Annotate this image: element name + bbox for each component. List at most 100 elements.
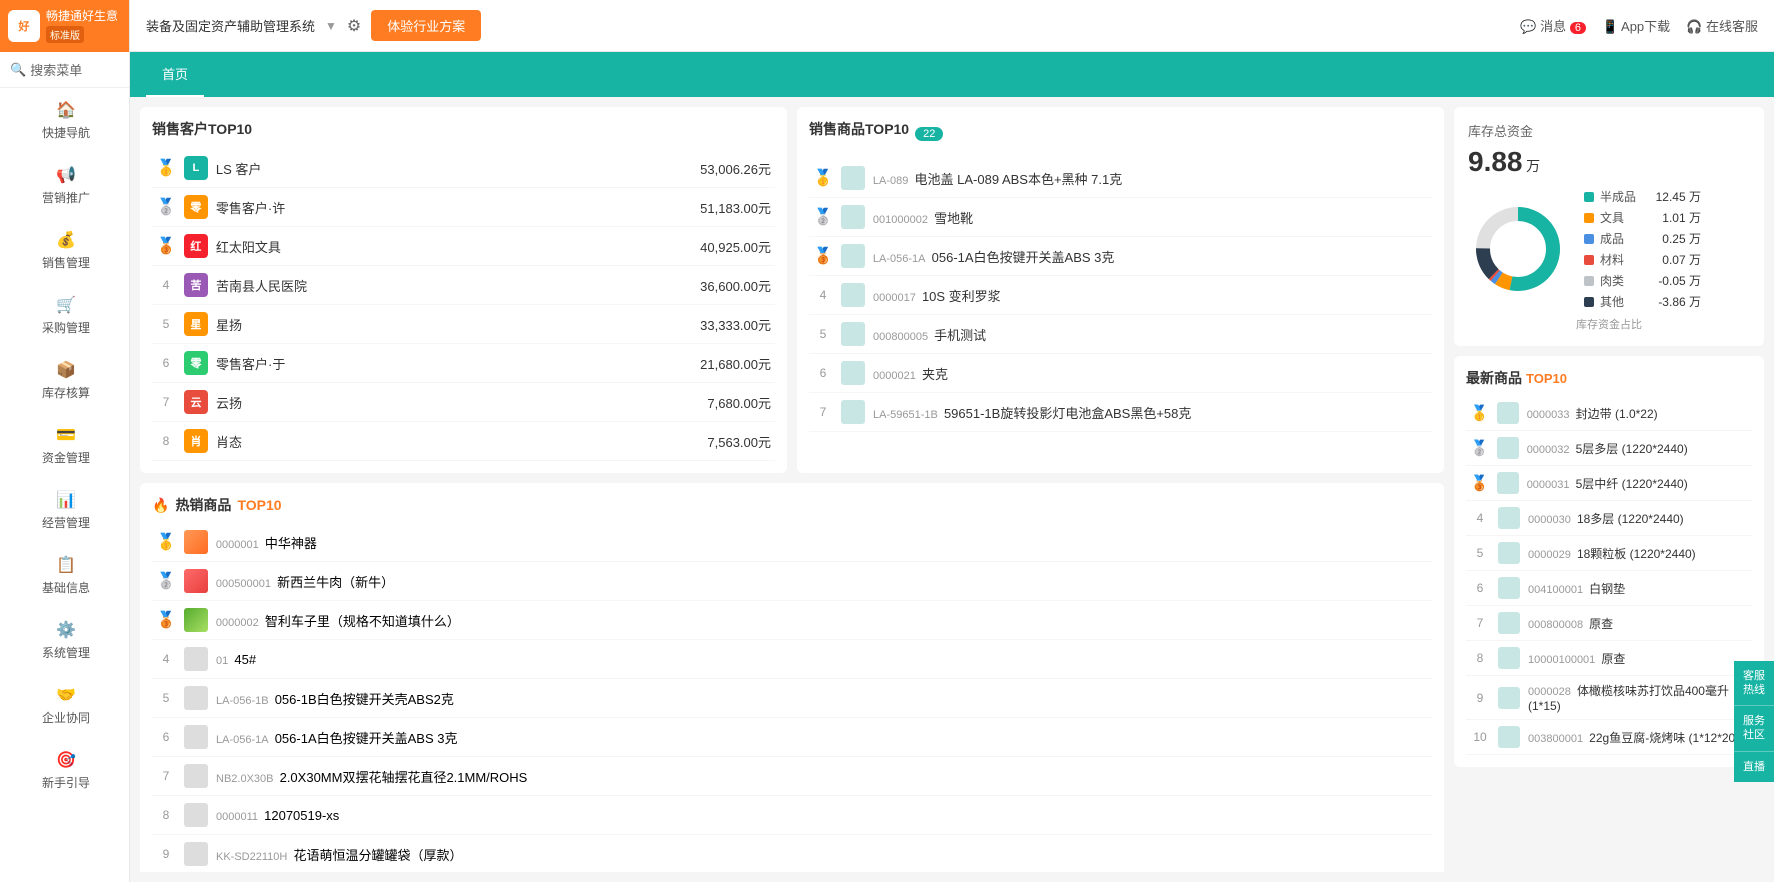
product-name: LA-59651-1B 59651-1B旋转投影灯电池盒ABS黑色+58克 xyxy=(873,403,1428,422)
sidebar-item-home[interactable]: 🏠 快捷导航 xyxy=(0,88,129,153)
rank-number: 9 xyxy=(1470,691,1490,705)
sales-icon: 💰 xyxy=(56,230,76,250)
system-name: 装备及固定资产辅助管理系统 xyxy=(146,16,315,35)
medal-icon: 🥉 xyxy=(156,236,176,256)
sidebar: 好 畅捷通好生意 标准版 🔍 搜索菜单 🏠 快捷导航 📢 营销推广 💰 销售管理… xyxy=(0,0,130,882)
customer-avatar: 零 xyxy=(184,195,208,219)
app-download[interactable]: 📱 App下载 xyxy=(1602,16,1670,35)
online-service[interactable]: 🎧 在线客服 xyxy=(1686,16,1758,35)
collab-icon: 🤝 xyxy=(56,685,76,705)
customer-amount: 33,333.00元 xyxy=(700,315,771,334)
np-img xyxy=(1497,402,1519,424)
product-name: LA-056-1A 056-1A白色按键开关盖ABS 3克 xyxy=(873,247,1428,266)
sidebar-item-label: 销售管理 xyxy=(42,254,90,271)
rank-number: 5 xyxy=(813,327,833,341)
product-img xyxy=(841,361,865,385)
rank-number: 7 xyxy=(813,405,833,419)
sidebar-item-finance[interactable]: 💳 资金管理 xyxy=(0,413,129,478)
hot-product-info: LA-056-1A 056-1A白色按键开关盖ABS 3克 xyxy=(216,728,457,747)
new-products-top10: TOP10 xyxy=(1526,371,1567,386)
message-area[interactable]: 💬 消息 6 xyxy=(1520,16,1586,35)
live-btn[interactable]: 直播 xyxy=(1734,752,1774,782)
new-products-title: 最新商品 xyxy=(1466,368,1522,388)
customer-avatar: 苦 xyxy=(184,273,208,297)
hot-product-row: 🥇 0000001 中华神器 xyxy=(152,523,1432,562)
np-img xyxy=(1498,687,1520,709)
medal-icon: 🥉 xyxy=(813,246,833,266)
sidebar-item-collab[interactable]: 🤝 企业协同 xyxy=(0,673,129,738)
legend-name-meat: 肉类 xyxy=(1600,272,1640,289)
hot-product-info: KK-SD22110H 花语萌恒温分罐罐袋（厚款） xyxy=(216,845,462,864)
rank-number: 8 xyxy=(156,808,176,822)
legend-name-material: 材料 xyxy=(1600,251,1640,268)
product-ranking-card: 销售商品TOP10 22 🥇 LA-089 电池盖 LA-089 ABS本色+黑… xyxy=(797,107,1444,473)
sidebar-item-inventory[interactable]: 📦 库存核算 xyxy=(0,348,129,413)
medal-icon: 🥇 xyxy=(156,158,176,178)
new-product-row: 5 0000029 18颗粒板 (1220*2440) xyxy=(1466,536,1752,571)
np-info: 003800001 22g鱼豆腐-烧烤味 (1*12*20) xyxy=(1528,729,1748,746)
legend-name-other: 其他 xyxy=(1600,293,1640,310)
service-community-btn[interactable]: 服务社区 xyxy=(1734,706,1774,752)
sidebar-item-guide[interactable]: 🎯 新手引导 xyxy=(0,738,129,803)
customer-amount: 51,183.00元 xyxy=(700,198,771,217)
np-info: 0000033 封边带 (1.0*22) xyxy=(1527,405,1748,422)
np-info: 004100001 白钢垫 xyxy=(1528,580,1748,597)
customer-name: 云扬 xyxy=(216,393,699,412)
customer-avatar: 云 xyxy=(184,390,208,414)
customer-avatar: 零 xyxy=(184,351,208,375)
phone-icon: 📱 xyxy=(1602,19,1618,34)
customer-avatar: 肖 xyxy=(184,429,208,453)
sidebar-item-label: 采购管理 xyxy=(42,319,90,336)
customer-amount: 7,680.00元 xyxy=(707,393,771,412)
inventory-icon: 📦 xyxy=(56,360,76,380)
sidebar-item-sales[interactable]: 💰 销售管理 xyxy=(0,218,129,283)
sidebar-item-label: 快捷导航 xyxy=(42,124,90,141)
np-img xyxy=(1498,542,1520,564)
main-content: 装备及固定资产辅助管理系统 ▼ ⚙ 体验行业方案 💬 消息 6 📱 App下载 … xyxy=(130,0,1774,882)
home-tab[interactable]: 首页 xyxy=(146,52,204,97)
sidebar-item-system[interactable]: ⚙️ 系统管理 xyxy=(0,608,129,673)
legend-name-semi: 半成品 xyxy=(1600,188,1640,205)
topbar: 装备及固定资产辅助管理系统 ▼ ⚙ 体验行业方案 💬 消息 6 📱 App下载 … xyxy=(130,0,1774,52)
customer-avatar: 红 xyxy=(184,234,208,258)
new-product-row: 8 10000100001 原查 xyxy=(1466,641,1752,676)
hot-product-info: 0000011 12070519-xs xyxy=(216,808,339,823)
trial-button[interactable]: 体验行业方案 xyxy=(371,10,481,41)
product-img xyxy=(841,244,865,268)
legend-val-meat: -0.05 万 xyxy=(1646,272,1701,289)
sidebar-search[interactable]: 🔍 搜索菜单 xyxy=(0,52,129,88)
hot-product-img xyxy=(184,725,208,749)
rank-number: 6 xyxy=(156,356,176,370)
message-badge: 6 xyxy=(1570,22,1586,34)
customer-amount: 36,600.00元 xyxy=(700,276,771,295)
sidebar-item-operations[interactable]: 📊 经营管理 xyxy=(0,478,129,543)
hot-product-row: 🥉 0000002 智利车子里（规格不知道填什么） xyxy=(152,601,1432,640)
np-info: 0000030 18多层 (1220*2440) xyxy=(1528,510,1748,527)
product-name: LA-089 电池盖 LA-089 ABS本色+黑种 7.1克 xyxy=(873,169,1428,188)
legend-val-material: 0.07 万 xyxy=(1646,251,1701,268)
search-label: 搜索菜单 xyxy=(30,60,82,79)
rank-number: 9 xyxy=(156,847,176,861)
np-info: 0000028 体橄榄核味苏打饮品400毫升 (1*15) xyxy=(1528,682,1748,713)
np-info: 0000029 18颗粒板 (1220*2440) xyxy=(1528,545,1748,562)
customer-amount: 7,563.00元 xyxy=(707,432,771,451)
guide-icon: 🎯 xyxy=(56,750,76,770)
customer-rank-row: 6 零 零售客户·于 21,680.00元 xyxy=(152,344,775,383)
sidebar-item-purchase[interactable]: 🛒 采购管理 xyxy=(0,283,129,348)
headset-icon: 🎧 xyxy=(1686,19,1702,34)
dropdown-arrow-icon[interactable]: ▼ xyxy=(325,19,337,33)
legend-dot-other xyxy=(1584,297,1594,307)
left-panel: 销售客户TOP10 🥇 L LS 客户 53,006.26元 🥈 零 零售客户·… xyxy=(140,107,1444,872)
sidebar-item-basics[interactable]: 📋 基础信息 xyxy=(0,543,129,608)
customer-service-btn[interactable]: 客服热线 xyxy=(1734,661,1774,707)
rank-number: 7 xyxy=(156,769,176,783)
donut-chart xyxy=(1468,199,1568,299)
legend-dot-meat xyxy=(1584,276,1594,286)
new-products-list: 🥇 0000033 封边带 (1.0*22) 🥈 0000032 5层多层 (1… xyxy=(1466,396,1752,755)
product-badge: 22 xyxy=(915,127,943,141)
rank-number: 5 xyxy=(156,691,176,705)
product-img xyxy=(841,283,865,307)
product-rank-row: 6 0000021 夹克 xyxy=(809,354,1432,393)
sidebar-item-marketing[interactable]: 📢 营销推广 xyxy=(0,153,129,218)
settings-icon[interactable]: ⚙ xyxy=(347,16,361,36)
